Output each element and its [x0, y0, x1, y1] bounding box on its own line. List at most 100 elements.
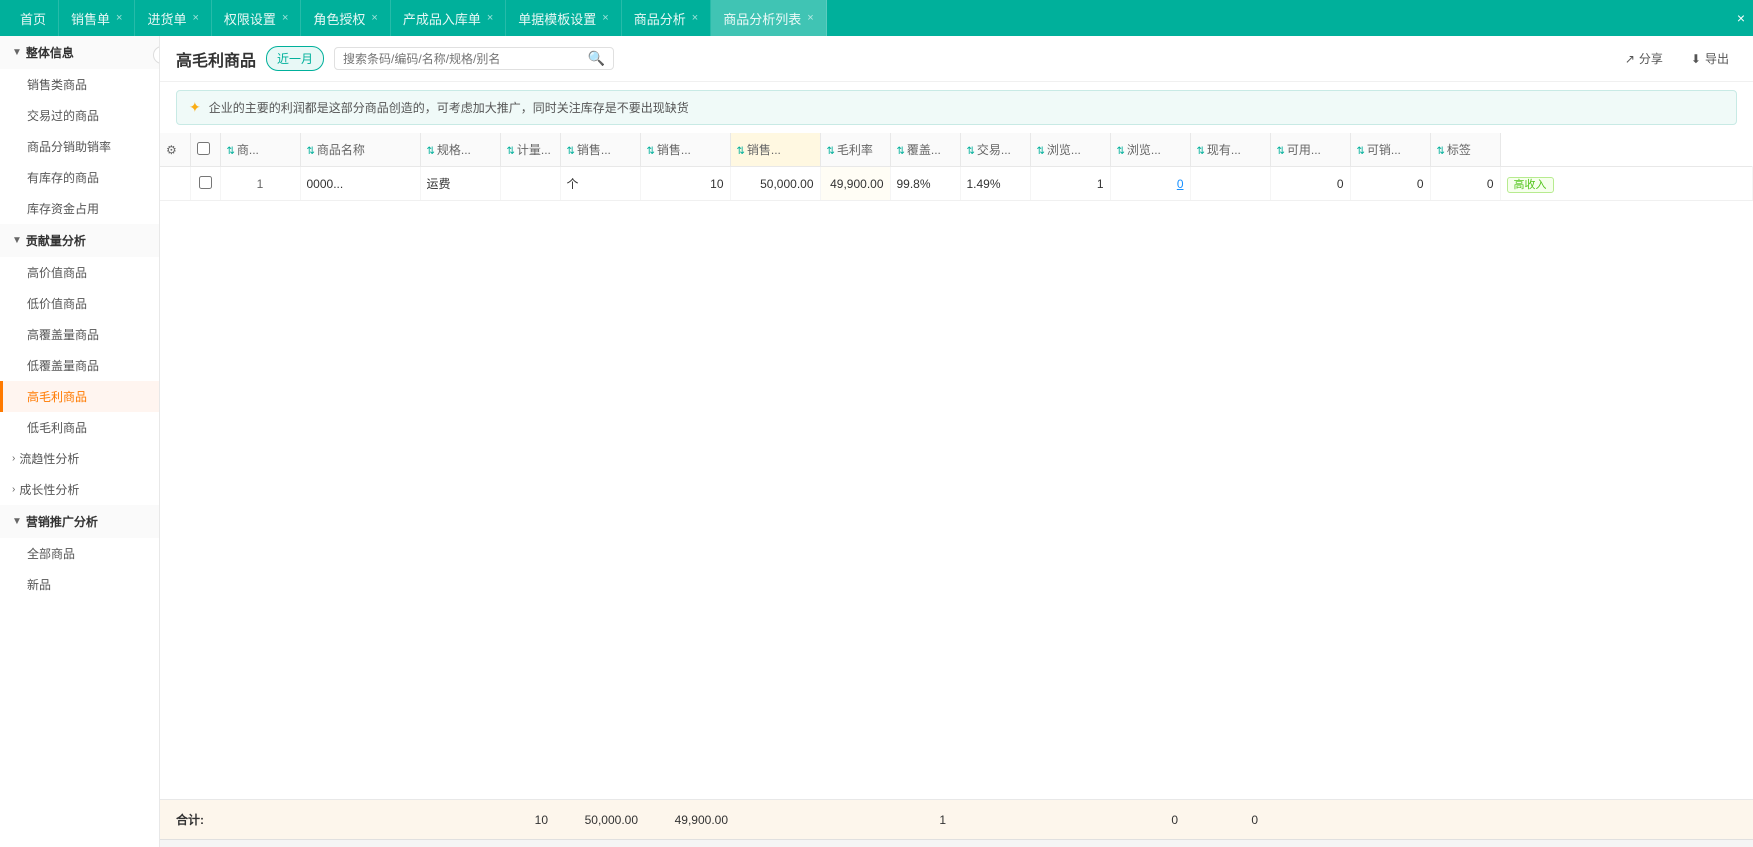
close-tab-role[interactable]: ×: [371, 12, 377, 24]
close-tab-analysis[interactable]: ×: [692, 12, 698, 24]
sidebar-item-low-value-goods[interactable]: 低价值商品: [0, 288, 159, 319]
row-pv2: [1190, 167, 1270, 201]
export-button[interactable]: ⬇ 导出: [1683, 46, 1737, 71]
row-sales-amt: 50,000.00: [730, 167, 820, 201]
sidebar: « ▼ 整体信息 销售类商品 交易过的商品 商品分销助销率 有库存的商品 库存资…: [0, 36, 160, 847]
tab-product-analysis[interactable]: 商品分析 ×: [622, 0, 711, 36]
sidebar-group-growth-analysis[interactable]: › 成长性分析: [0, 474, 159, 505]
close-tab-sales-order[interactable]: ×: [116, 12, 122, 24]
th-checkbox[interactable]: [190, 133, 220, 167]
sort-icon-current: ⇅: [1197, 146, 1205, 157]
main-layout: « ▼ 整体信息 销售类商品 交易过的商品 商品分销助销率 有库存的商品 库存资…: [0, 36, 1753, 847]
row-current: 0: [1270, 167, 1350, 201]
total-available: 0: [1186, 813, 1266, 827]
row-sales-qty: 10: [640, 167, 730, 201]
sidebar-group-trend-analysis[interactable]: › 流趋性分析: [0, 443, 159, 474]
sort-icon-available: ⇅: [1277, 146, 1285, 157]
total-sales-qty: 10: [476, 813, 556, 827]
total-label: 合计:: [176, 811, 256, 828]
th-coverage[interactable]: ⇅覆盖...: [890, 133, 960, 167]
row-coverage: 1.49%: [960, 167, 1030, 201]
th-tag[interactable]: ⇅标签: [1430, 133, 1500, 167]
sidebar-item-new-goods[interactable]: 新品: [0, 569, 159, 600]
select-all-checkbox[interactable]: [197, 142, 210, 155]
th-sellable-stock[interactable]: ⇅可销...: [1350, 133, 1430, 167]
row-trade: 1: [1030, 167, 1110, 201]
row-checkbox-cell[interactable]: [190, 167, 220, 201]
tab-template-settings[interactable]: 单据模板设置 ×: [506, 0, 621, 36]
sidebar-item-sales-goods[interactable]: 销售类商品: [0, 69, 159, 100]
row-sellable: 0: [1430, 167, 1500, 201]
sidebar-item-all-goods[interactable]: 全部商品: [0, 538, 159, 569]
tab-sales-order[interactable]: 销售单 ×: [59, 0, 135, 36]
sort-icon-sales-amt: ⇅: [647, 146, 655, 157]
sidebar-item-low-profit-goods[interactable]: 低毛利商品: [0, 412, 159, 443]
sidebar-item-high-profit-goods[interactable]: 高毛利商品: [0, 381, 159, 412]
share-icon: ↗: [1625, 52, 1635, 66]
total-trade: 1: [876, 813, 946, 827]
tab-home[interactable]: 首页: [8, 0, 59, 36]
row-pv1[interactable]: 0: [1110, 167, 1190, 201]
tab-product-analysis-list[interactable]: 商品分析列表 ×: [711, 0, 826, 36]
row-unit: 个: [560, 167, 640, 201]
content-header: 高毛利商品 近一月 🔍 ↗ 分享 ⬇ 导出: [160, 36, 1753, 82]
row-available: 0: [1350, 167, 1430, 201]
sidebar-item-high-value-goods[interactable]: 高价值商品: [0, 257, 159, 288]
th-available-stock[interactable]: ⇅可用...: [1270, 133, 1350, 167]
th-current-stock[interactable]: ⇅现有...: [1190, 133, 1270, 167]
th-gross-rate[interactable]: ⇅毛利率: [820, 133, 890, 167]
sidebar-item-goods-distribution-rate[interactable]: 商品分销助销率: [0, 131, 159, 162]
sort-icon-unit: ⇅: [507, 146, 515, 157]
close-tab-analysis-list[interactable]: ×: [807, 12, 813, 24]
row-code: 0000...: [300, 167, 420, 201]
th-sales-cost[interactable]: ⇅销售...: [730, 133, 820, 167]
row-num: 1: [220, 167, 300, 201]
sort-icon-coverage: ⇅: [897, 146, 905, 157]
th-code[interactable]: ⇅商...: [220, 133, 300, 167]
sort-icon-gross-rate: ⇅: [827, 146, 835, 157]
search-input[interactable]: [343, 52, 588, 66]
sidebar-item-low-coverage-goods[interactable]: 低覆盖量商品: [0, 350, 159, 381]
row-settings: [160, 167, 190, 201]
row-checkbox[interactable]: [199, 176, 212, 189]
tab-role-auth[interactable]: 角色授权 ×: [301, 0, 390, 36]
th-settings[interactable]: ⚙: [160, 133, 190, 167]
sort-icon-code: ⇅: [227, 146, 235, 157]
close-tab-storage[interactable]: ×: [487, 12, 493, 24]
sidebar-item-high-coverage-goods[interactable]: 高覆盖量商品: [0, 319, 159, 350]
th-pv2[interactable]: ⇅浏览...: [1110, 133, 1190, 167]
share-button[interactable]: ↗ 分享: [1617, 46, 1671, 71]
sidebar-item-traded-goods[interactable]: 交易过的商品: [0, 100, 159, 131]
row-tag: 高收入: [1500, 167, 1753, 201]
th-spec[interactable]: ⇅规格...: [420, 133, 500, 167]
sidebar-group-contribution-analysis[interactable]: ▼ 贡献量分析: [0, 224, 159, 257]
horizontal-scrollbar[interactable]: [160, 839, 1753, 847]
row-name: 运费: [420, 167, 500, 201]
th-sales-qty[interactable]: ⇅销售...: [560, 133, 640, 167]
collapse-arrow-overall: ▼: [12, 47, 22, 58]
th-trade[interactable]: ⇅交易...: [960, 133, 1030, 167]
th-sales-amt[interactable]: ⇅销售...: [640, 133, 730, 167]
sidebar-item-stock-fund-occupation[interactable]: 库存资金占用: [0, 193, 159, 224]
filter-recent-month-button[interactable]: 近一月: [266, 46, 324, 71]
pv1-link[interactable]: 0: [1177, 177, 1184, 191]
close-tab-template[interactable]: ×: [602, 12, 608, 24]
sort-icon-spec: ⇅: [427, 146, 435, 157]
sidebar-group-overall-info[interactable]: ▼ 整体信息: [0, 36, 159, 69]
th-name[interactable]: ⇅商品名称: [300, 133, 420, 167]
sidebar-item-goods-in-stock[interactable]: 有库存的商品: [0, 162, 159, 193]
tab-purchase-order[interactable]: 进货单 ×: [135, 0, 211, 36]
export-icon: ⬇: [1691, 52, 1701, 66]
close-tab-purchase[interactable]: ×: [192, 12, 198, 24]
total-current: 0: [1106, 813, 1186, 827]
tab-product-storage[interactable]: 产成品入库单 ×: [391, 0, 506, 36]
search-icon[interactable]: 🔍: [588, 50, 605, 67]
info-banner: ✦ 企业的主要的利润都是这部分商品创造的，可考虑加大推广，同时关注库存是不要出现…: [176, 90, 1737, 125]
th-unit[interactable]: ⇅计量...: [500, 133, 560, 167]
tab-permission-settings[interactable]: 权限设置 ×: [212, 0, 301, 36]
window-close-button[interactable]: ×: [1737, 10, 1745, 26]
close-tab-permission[interactable]: ×: [282, 12, 288, 24]
sidebar-group-marketing-analysis[interactable]: ▼ 营销推广分析: [0, 505, 159, 538]
th-pv1[interactable]: ⇅浏览...: [1030, 133, 1110, 167]
row-gross-rate: 99.8%: [890, 167, 960, 201]
